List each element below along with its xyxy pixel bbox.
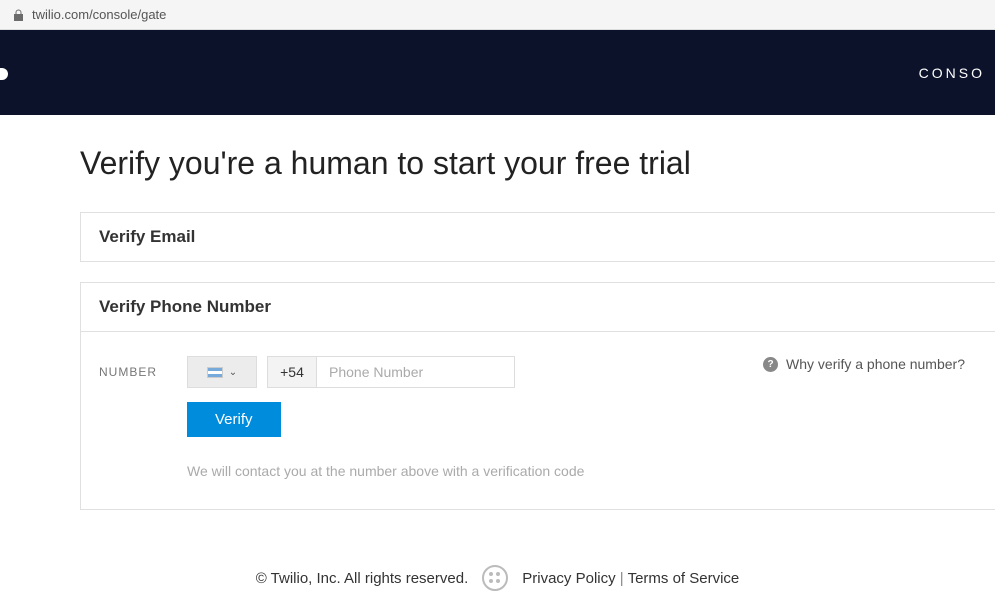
page-title: Verify you're a human to start your free… bbox=[80, 145, 995, 182]
verify-email-panel: Verify Email bbox=[80, 212, 995, 262]
verify-phone-body: ? Why verify a phone number? NUMBER ⌄ +5… bbox=[81, 331, 995, 509]
country-select[interactable]: ⌄ bbox=[187, 356, 257, 388]
lock-icon bbox=[12, 9, 24, 21]
verify-help-text: We will contact you at the number above … bbox=[187, 463, 977, 479]
phone-prefix-wrap: +54 bbox=[267, 356, 515, 388]
footer-divider: | bbox=[620, 570, 628, 587]
privacy-link[interactable]: Privacy Policy bbox=[522, 570, 615, 587]
logo-fragment bbox=[0, 68, 8, 80]
verify-phone-panel: Verify Phone Number ? Why verify a phone… bbox=[80, 282, 995, 510]
terms-link[interactable]: Terms of Service bbox=[628, 570, 740, 587]
console-nav-link[interactable]: CONSO bbox=[919, 65, 985, 81]
number-label: NUMBER bbox=[99, 365, 159, 379]
twilio-dots-icon bbox=[482, 565, 508, 591]
chevron-down-icon: ⌄ bbox=[229, 367, 237, 378]
why-verify-link[interactable]: ? Why verify a phone number? bbox=[763, 356, 965, 372]
why-verify-text: Why verify a phone number? bbox=[786, 356, 965, 372]
browser-address-bar: twilio.com/console/gate bbox=[0, 0, 995, 30]
verify-email-header[interactable]: Verify Email bbox=[81, 213, 995, 261]
verify-button[interactable]: Verify bbox=[187, 402, 281, 437]
country-prefix: +54 bbox=[267, 356, 317, 388]
flag-icon bbox=[207, 367, 223, 378]
verify-phone-header: Verify Phone Number bbox=[81, 283, 995, 331]
app-header: CONSO bbox=[0, 30, 995, 115]
question-icon: ? bbox=[763, 357, 778, 372]
footer-links: Privacy Policy | Terms of Service bbox=[522, 570, 739, 587]
copyright-text: © Twilio, Inc. All rights reserved. bbox=[256, 570, 469, 587]
phone-input[interactable] bbox=[317, 356, 515, 388]
main-content: Verify you're a human to start your free… bbox=[0, 115, 995, 510]
url-text[interactable]: twilio.com/console/gate bbox=[32, 7, 166, 22]
page-footer: © Twilio, Inc. All rights reserved. Priv… bbox=[0, 565, 995, 591]
phone-input-group: ⌄ +54 bbox=[187, 356, 515, 388]
